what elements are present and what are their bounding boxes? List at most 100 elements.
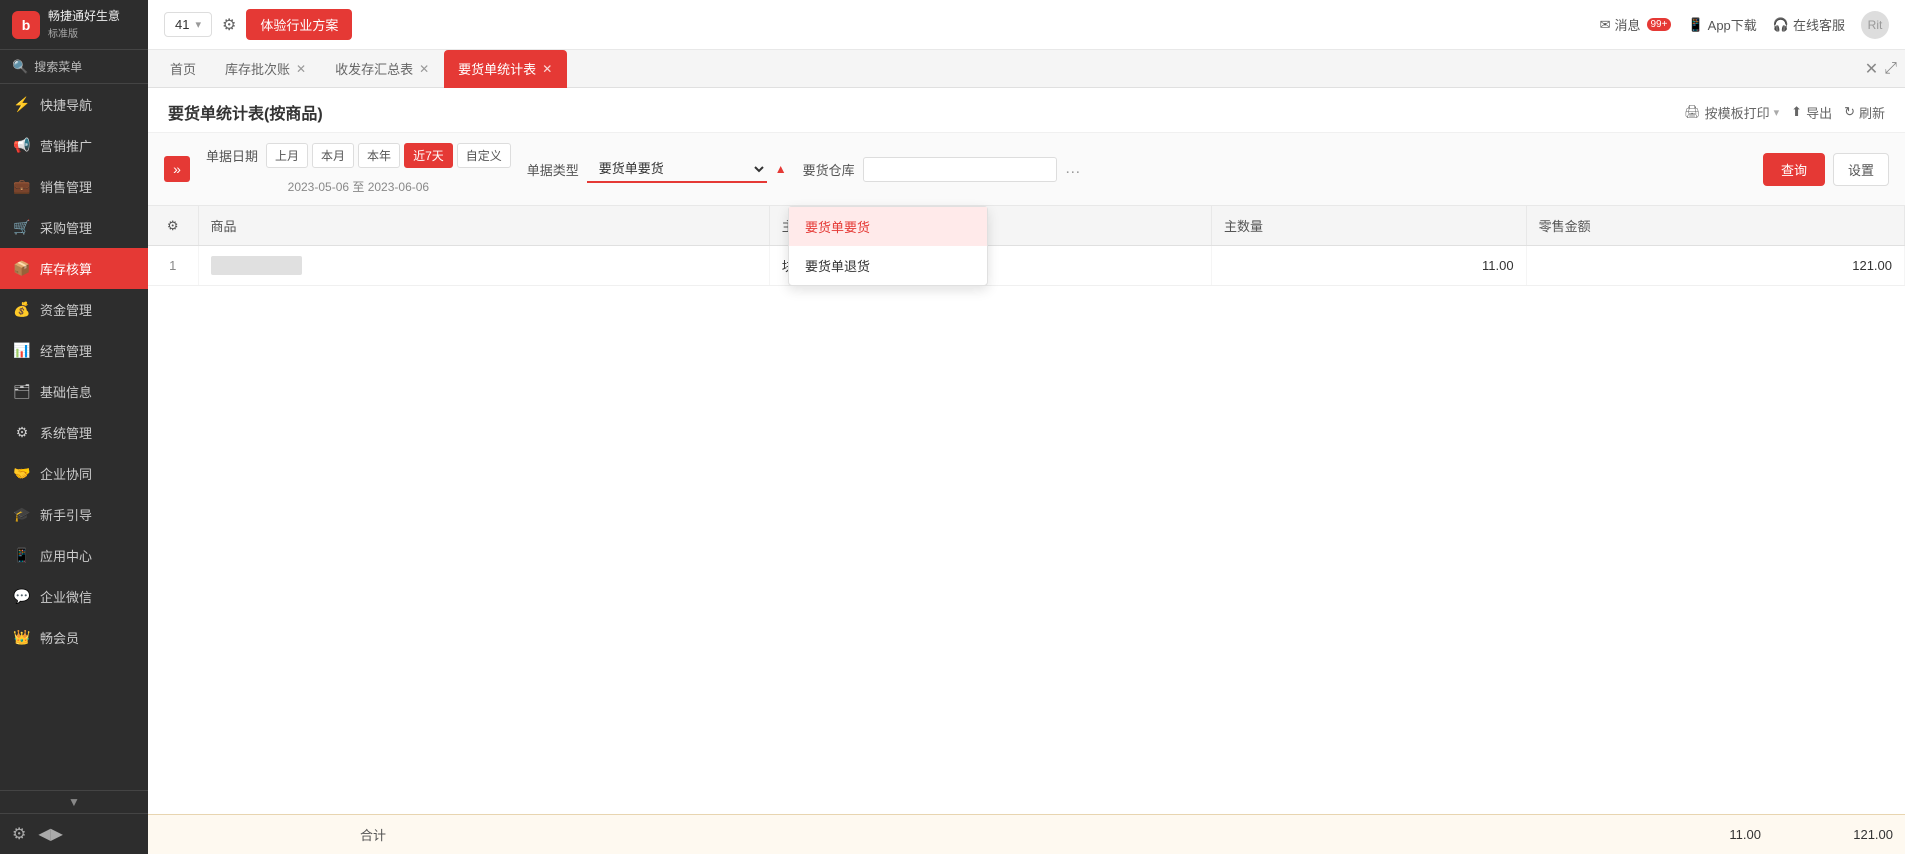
marketing-icon: 📢 bbox=[12, 137, 32, 154]
footer-total-label: 合计 bbox=[360, 825, 440, 844]
type-select-arrow-icon[interactable]: ▲ bbox=[775, 162, 787, 176]
inventory-icon: 📦 bbox=[12, 260, 32, 277]
dropdown-item-return[interactable]: 要货单退货 bbox=[789, 246, 987, 285]
filter-expand-button[interactable]: » bbox=[164, 156, 190, 182]
tab-receive-summary[interactable]: 收发存汇总表 ✕ bbox=[321, 50, 444, 88]
sidebar-item-appstore[interactable]: 📱 应用中心 bbox=[0, 535, 148, 576]
collapse-icon[interactable]: ◀▶ bbox=[38, 824, 63, 844]
table-footer: 合计 11.00 121.00 bbox=[148, 814, 1905, 854]
maximize-tabs-icon[interactable]: ⤢ bbox=[1884, 60, 1897, 78]
guide-icon: 🎓 bbox=[12, 506, 32, 523]
sidebar-item-wechat[interactable]: 💬 企业微信 bbox=[0, 576, 148, 617]
header-right: ✉ 消息 99+ 📱 App下载 🎧 在线客服 Rit bbox=[1600, 11, 1889, 39]
sidebar-item-system[interactable]: ⚙ 系统管理 bbox=[0, 412, 148, 453]
tab-requisition-stats[interactable]: 要货单统计表 ✕ bbox=[444, 50, 567, 88]
tab-receive-summary-close[interactable]: ✕ bbox=[419, 62, 429, 76]
sidebar-item-basic[interactable]: 🗂 基础信息 bbox=[0, 371, 148, 412]
messages-action[interactable]: ✉ 消息 99+ bbox=[1600, 15, 1672, 34]
members-icon: 👑 bbox=[12, 629, 32, 646]
sidebar-item-purchase[interactable]: 🛒 采购管理 bbox=[0, 207, 148, 248]
tabs-bar: 首页 库存批次账 ✕ 收发存汇总表 ✕ 要货单统计表 ✕ ✕ ⤢ bbox=[148, 50, 1905, 88]
sidebar-item-label: 新手引导 bbox=[40, 505, 92, 524]
page-title: 要货单统计表(按商品) bbox=[168, 100, 323, 124]
app-download-action[interactable]: 📱 App下载 bbox=[1687, 15, 1756, 34]
company-selector[interactable]: 41 ▾ bbox=[164, 12, 212, 37]
service-action[interactable]: 🎧 在线客服 bbox=[1773, 15, 1845, 34]
this-month-btn[interactable]: 本月 bbox=[312, 143, 354, 168]
more-filters-icon[interactable]: … bbox=[1065, 160, 1081, 178]
type-filter-select[interactable]: 要货单要货要货单退货 bbox=[587, 156, 767, 183]
row-qty: 11.00 bbox=[1212, 246, 1527, 286]
export-label: 导出 bbox=[1806, 103, 1832, 122]
print-icon: 🖨 bbox=[1684, 104, 1701, 120]
sidebar-item-collab[interactable]: 🤝 企业协同 bbox=[0, 453, 148, 494]
settings-icon[interactable]: ⚙ bbox=[12, 824, 26, 844]
sidebar-item-label: 销售管理 bbox=[40, 177, 92, 196]
export-action[interactable]: ⬆ 导出 bbox=[1791, 103, 1832, 122]
sidebar-item-sales[interactable]: 💼 销售管理 bbox=[0, 166, 148, 207]
sidebar-item-marketing[interactable]: 📢 营销推广 bbox=[0, 125, 148, 166]
footer-total-amount: 121.00 bbox=[1773, 827, 1893, 842]
sidebar-item-label: 资金管理 bbox=[40, 300, 92, 319]
header-left: 41 ▾ ⚙ 体验行业方案 bbox=[164, 9, 352, 40]
sidebar-item-inventory[interactable]: 📦 库存核算 bbox=[0, 248, 148, 289]
sidebar-scroll-down[interactable]: ▼ bbox=[0, 790, 148, 813]
top-header: 41 ▾ ⚙ 体验行业方案 ✉ 消息 99+ 📱 App下载 🎧 在线客服 Ri… bbox=[148, 0, 1905, 50]
tab-receive-summary-label: 收发存汇总表 bbox=[335, 59, 413, 78]
trial-button[interactable]: 体验行业方案 bbox=[246, 9, 352, 40]
user-avatar[interactable]: Rit bbox=[1861, 11, 1889, 39]
tabs-actions: ✕ ⤢ bbox=[1865, 59, 1897, 79]
last-month-btn[interactable]: 上月 bbox=[266, 143, 308, 168]
row-product: ██████ bbox=[198, 246, 769, 286]
product-placeholder: ██████ bbox=[211, 256, 302, 275]
last-7days-btn[interactable]: 近7天 bbox=[404, 143, 453, 168]
app-sub: 标准版 bbox=[48, 25, 120, 40]
collab-icon: 🤝 bbox=[12, 465, 32, 482]
refresh-action[interactable]: ↻ 刷新 bbox=[1844, 103, 1885, 122]
sidebar-footer: ⚙ ◀▶ bbox=[0, 813, 148, 854]
wechat-icon: 💬 bbox=[12, 588, 32, 605]
sales-icon: 💼 bbox=[12, 178, 32, 195]
settings-button[interactable]: 设置 bbox=[1833, 153, 1889, 186]
sidebar-item-guide[interactable]: 🎓 新手引导 bbox=[0, 494, 148, 535]
filter-warehouse-group: 要货仓库 … bbox=[803, 157, 1081, 182]
sidebar-item-members[interactable]: 👑 畅会员 bbox=[0, 617, 148, 658]
filter-type-group: 单据类型 要货单要货要货单退货 ▲ bbox=[527, 156, 787, 183]
date-buttons: 上月 本月 本年 近7天 自定义 bbox=[266, 143, 511, 168]
type-filter-label: 单据类型 bbox=[527, 160, 579, 179]
warehouse-filter-input[interactable] bbox=[863, 157, 1057, 182]
sidebar-item-operations[interactable]: 📊 经营管理 bbox=[0, 330, 148, 371]
messages-label: 消息 bbox=[1614, 15, 1640, 34]
sidebar-item-quick-nav[interactable]: ⚡ 快捷导航 bbox=[0, 84, 148, 125]
print-action[interactable]: 🖨 按模板打印 ▾ bbox=[1684, 103, 1779, 122]
sidebar-item-label: 畅会员 bbox=[40, 628, 79, 647]
sidebar-search[interactable]: 🔍 搜索菜单 bbox=[0, 50, 148, 84]
row-index: 1 bbox=[148, 246, 198, 286]
tab-requisition-stats-close[interactable]: ✕ bbox=[542, 62, 552, 76]
tab-batch-inventory-close[interactable]: ✕ bbox=[296, 62, 306, 76]
app-name: 畅捷通好生意 bbox=[48, 9, 120, 25]
app-logo-icon: b bbox=[12, 11, 40, 39]
date-filter-label: 单据日期 bbox=[206, 146, 258, 165]
table-settings-icon[interactable]: ⚙ bbox=[167, 218, 179, 233]
sidebar-item-label: 经营管理 bbox=[40, 341, 92, 360]
chevron-down-icon: ▾ bbox=[195, 18, 201, 31]
col-settings: ⚙ bbox=[148, 206, 198, 246]
sidebar-item-finance[interactable]: 💰 资金管理 bbox=[0, 289, 148, 330]
table-row: 1 ██████ 块 11.00 121.00 bbox=[148, 246, 1905, 286]
sidebar-item-label: 库存核算 bbox=[40, 259, 92, 278]
custom-btn[interactable]: 自定义 bbox=[457, 143, 511, 168]
dropdown-item-order[interactable]: 要货单要货 bbox=[789, 207, 987, 246]
query-button[interactable]: 查询 bbox=[1763, 153, 1825, 186]
main-area: 41 ▾ ⚙ 体验行业方案 ✉ 消息 99+ 📱 App下载 🎧 在线客服 Ri… bbox=[148, 0, 1905, 854]
header-settings-icon[interactable]: ⚙ bbox=[222, 15, 236, 35]
tab-home[interactable]: 首页 bbox=[156, 50, 211, 88]
filter-bar-wrapper: » 单据日期 上月 本月 本年 近7天 自定义 2023-05-06 至 202… bbox=[148, 133, 1905, 206]
avatar-text: Rit bbox=[1868, 18, 1883, 32]
this-year-btn[interactable]: 本年 bbox=[358, 143, 400, 168]
tab-batch-inventory[interactable]: 库存批次账 ✕ bbox=[211, 50, 321, 88]
sidebar-item-label: 系统管理 bbox=[40, 423, 92, 442]
close-all-tabs-icon[interactable]: ✕ bbox=[1865, 59, 1878, 79]
basic-icon: 🗂 bbox=[12, 383, 32, 400]
date-range-display: 2023-05-06 至 2023-06-06 bbox=[288, 178, 429, 195]
